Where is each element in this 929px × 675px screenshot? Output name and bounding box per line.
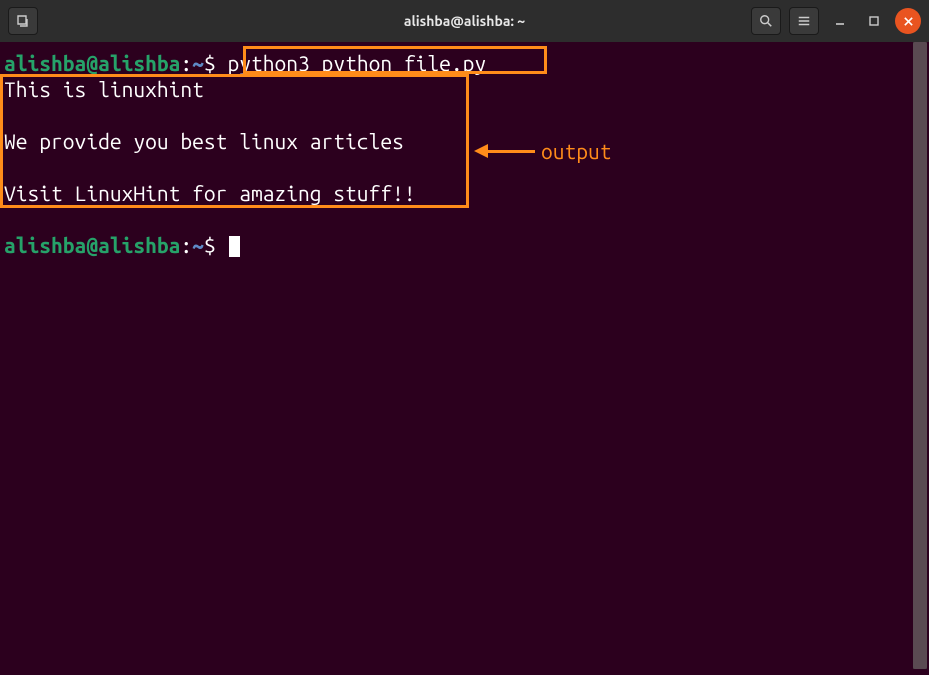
- minimize-button[interactable]: [827, 8, 853, 34]
- window-title: alishba@alishba: ~: [404, 13, 525, 29]
- maximize-icon: [868, 15, 880, 27]
- new-tab-icon: [15, 13, 31, 29]
- annotation-label: output: [541, 138, 612, 164]
- output-line-5: Visit LinuxHint for amazing stuff!!: [4, 180, 925, 206]
- close-button[interactable]: [895, 8, 921, 34]
- colon: :: [180, 233, 192, 257]
- output-line-1: This is linuxhint: [4, 76, 925, 102]
- prompt-line-2: alishba@alishba:~$: [4, 232, 925, 258]
- output-blank: [4, 206, 925, 232]
- terminal-content[interactable]: alishba@alishba:~$ python3 python file.p…: [0, 42, 929, 675]
- close-icon: [903, 16, 914, 27]
- user-host: alishba@alishba: [4, 233, 180, 257]
- cursor: [229, 236, 240, 257]
- terminal-window: alishba@alishba: ~ alishba@alishba:~$ py…: [0, 0, 929, 675]
- scrollbar[interactable]: [913, 42, 927, 669]
- path: ~: [192, 51, 204, 75]
- path: ~: [192, 233, 204, 257]
- scrollbar-thumb[interactable]: [913, 42, 927, 669]
- user-host: alishba@alishba: [4, 51, 180, 75]
- arrow-line: [487, 150, 535, 153]
- search-button[interactable]: [751, 7, 781, 35]
- output-line-2: [4, 102, 925, 128]
- command-text: python3 python file.py: [227, 51, 486, 75]
- search-icon: [759, 14, 773, 28]
- menu-button[interactable]: [789, 7, 819, 35]
- maximize-button[interactable]: [861, 8, 887, 34]
- output-line-4: [4, 154, 925, 180]
- output-annotation: output: [474, 138, 612, 164]
- titlebar-left: [8, 7, 38, 35]
- new-tab-button[interactable]: [8, 7, 38, 35]
- titlebar-right: [751, 7, 921, 35]
- hamburger-icon: [797, 14, 811, 28]
- dollar: $: [204, 233, 216, 257]
- colon: :: [180, 51, 192, 75]
- dollar: $: [204, 51, 216, 75]
- prompt-line-1: alishba@alishba:~$ python3 python file.p…: [4, 50, 925, 76]
- output-line-3: We provide you best linux articles: [4, 128, 925, 154]
- minimize-icon: [834, 15, 846, 27]
- arrow-head-icon: [474, 144, 488, 158]
- titlebar: alishba@alishba: ~: [0, 0, 929, 42]
